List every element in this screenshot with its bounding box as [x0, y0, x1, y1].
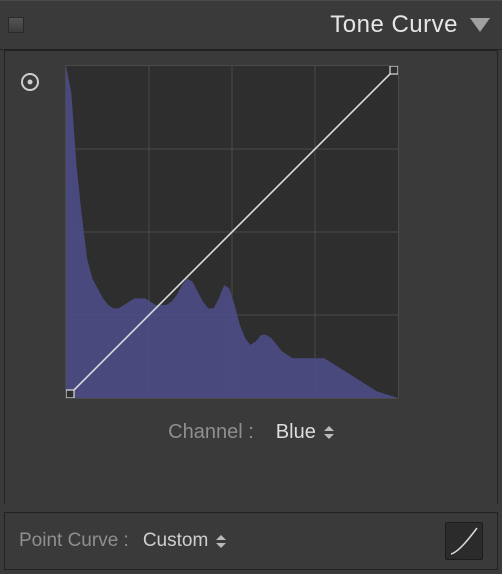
panel-body: Channel : Blue [4, 50, 498, 504]
point-curve-footer: Point Curve : Custom [4, 512, 498, 570]
point-curve-label: Point Curve : [19, 530, 129, 552]
channel-label: Channel : [168, 421, 254, 444]
updown-arrows-icon [324, 426, 334, 439]
collapse-triangle-icon[interactable] [470, 18, 490, 32]
targeted-adjustment-tool-icon[interactable] [19, 71, 41, 93]
curve-editor-button[interactable] [445, 522, 483, 560]
panel-title: Tone Curve [330, 11, 458, 39]
point-curve-dropdown[interactable]: Custom [143, 530, 226, 552]
channel-selector-row: Channel : Blue [19, 421, 483, 444]
updown-arrows-icon [216, 535, 226, 548]
tone-curve-panel: Tone Curve Channel : Blue [0, 0, 502, 574]
panel-toggle-switch[interactable] [8, 17, 24, 33]
graph-row [19, 65, 483, 399]
tone-curve-graph[interactable] [65, 65, 399, 399]
point-curve-value: Custom [143, 530, 208, 552]
channel-dropdown[interactable]: Blue [276, 421, 334, 444]
channel-value: Blue [276, 421, 316, 444]
panel-header: Tone Curve [0, 0, 502, 50]
